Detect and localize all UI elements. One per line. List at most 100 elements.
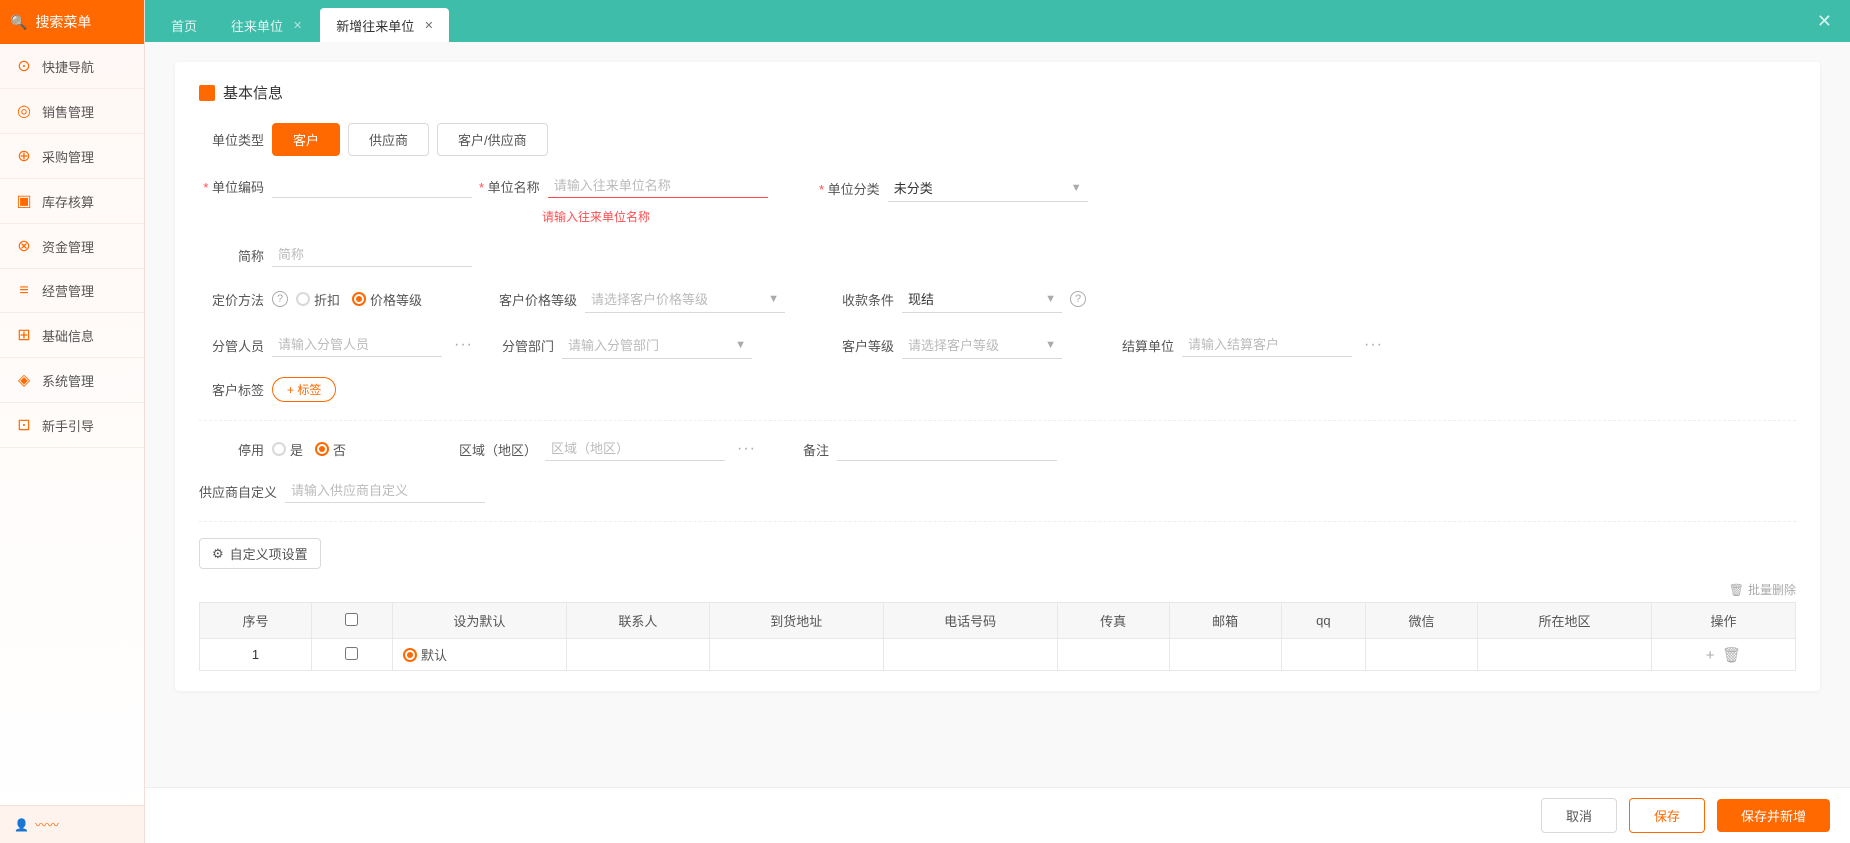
save-button[interactable]: 保存 — [1629, 798, 1705, 833]
select-all-checkbox[interactable] — [345, 613, 358, 626]
cancel-button[interactable]: 取消 — [1541, 798, 1617, 833]
save-new-button[interactable]: 保存并新增 — [1717, 799, 1830, 832]
batch-delete-btn[interactable]: 🗑 批量删除 — [1729, 581, 1796, 598]
unit-category-select[interactable]: 未分类 ▼ — [888, 174, 1088, 202]
pricing-label: 定价方法 — [199, 290, 264, 309]
region-more-btn[interactable]: ··· — [733, 440, 760, 458]
tab-new-partner[interactable]: 新增往来单位 ✕ — [320, 8, 449, 42]
dept-group: 分管部门 请输入分管部门 ▼ — [499, 331, 839, 359]
dept-chevron: ▼ — [735, 339, 746, 351]
supplier-custom-group: 供应商自定义 — [199, 479, 485, 503]
default-label: 默认 — [421, 645, 447, 664]
sidebar-label-system: 系统管理 — [42, 371, 94, 390]
tab-partners[interactable]: 往来单位✕ — [215, 8, 318, 42]
discount-radio — [296, 292, 310, 306]
category-chevron-icon: ▼ — [1071, 182, 1082, 194]
table-header: 联系人 — [566, 603, 709, 639]
supplier-custom-input[interactable] — [285, 479, 485, 503]
default-radio-circle — [403, 648, 417, 662]
search-menu[interactable]: 🔍 搜索菜单 — [0, 0, 144, 44]
price-level-label: 价格等级 — [370, 290, 422, 309]
row-region — [1478, 639, 1652, 671]
settlement-input[interactable] — [1182, 333, 1352, 357]
custom-settings-btn[interactable]: ⚙ 自定义项设置 — [199, 538, 321, 569]
unit-name-label: 单位名称 — [479, 177, 540, 196]
region-input[interactable] — [545, 437, 725, 461]
row-fax — [1057, 639, 1169, 671]
unit-code-input[interactable]: 000009 — [272, 174, 472, 198]
delete-row-btn[interactable]: 🗑 — [1720, 645, 1743, 666]
tab-label-new-partner: 新增往来单位 — [336, 16, 414, 35]
table-row: 1默认 + 🗑 — [200, 639, 1796, 671]
manager-group: 分管人员 ··· — [199, 333, 499, 357]
customer-price-select[interactable]: 请选择客户价格等级 ▼ — [585, 285, 785, 313]
payment-select[interactable]: 现结 ▼ — [902, 285, 1062, 313]
remark-input[interactable] — [837, 437, 1057, 461]
row-address — [709, 639, 883, 671]
pricing-level[interactable]: 价格等级 — [352, 290, 422, 309]
pricing-help-icon[interactable]: ? — [272, 291, 288, 307]
unit-type-both[interactable]: 客户/供应商 — [437, 123, 548, 156]
supplier-row: 供应商自定义 — [199, 479, 1796, 503]
customer-level-select[interactable]: 请选择客户等级 ▼ — [902, 331, 1062, 359]
customer-level-group: 客户等级 请选择客户等级 ▼ — [839, 331, 1119, 359]
sidebar-item-system[interactable]: ◈ 系统管理 — [0, 358, 144, 403]
customer-level-placeholder: 请选择客户等级 — [908, 335, 999, 354]
bottom-bar: 取消 保存 保存并新增 — [145, 787, 1850, 843]
sidebar-item-purchase[interactable]: ⊕ 采购管理 — [0, 134, 144, 179]
sidebar-item-finance[interactable]: ⊗ 资金管理 — [0, 224, 144, 269]
batch-delete-area: 🗑 批量删除 — [199, 581, 1796, 598]
row-qq — [1281, 639, 1365, 671]
alias-input[interactable] — [272, 243, 472, 267]
add-tag-btn[interactable]: + 标签 — [272, 377, 336, 402]
batch-delete-icon: 🗑 — [1729, 583, 1744, 597]
sidebar-item-quick-nav[interactable]: ⊙ 快捷导航 — [0, 44, 144, 89]
sidebar-item-sales[interactable]: ◎ 销售管理 — [0, 89, 144, 134]
close-all-tabs[interactable]: ✕ — [1809, 7, 1840, 36]
dept-select[interactable]: 请输入分管部门 ▼ — [562, 331, 752, 359]
bottom-bar-waves: 〰〰 — [35, 816, 59, 833]
tab-label-home: 首页 — [171, 16, 197, 35]
tab-home[interactable]: 首页 — [155, 8, 213, 42]
manager-input[interactable] — [272, 333, 442, 357]
manager-label: 分管人员 — [199, 336, 264, 355]
unit-type-supplier[interactable]: 供应商 — [348, 123, 429, 156]
sidebar-item-inventory[interactable]: ▣ 库存核算 — [0, 179, 144, 224]
stop-no-label: 否 — [333, 440, 346, 459]
sidebar-label-finance: 资金管理 — [42, 237, 94, 256]
pricing-discount[interactable]: 折扣 — [296, 290, 340, 309]
unit-code-group: 单位编码 000009 — [199, 174, 479, 198]
unit-info-row: 单位编码 000009 单位名称 请输入往来单位名称 单位分类 — [199, 174, 1796, 225]
tab-close-partners[interactable]: ✕ — [293, 19, 302, 32]
add-row-btn[interactable]: + — [1704, 645, 1717, 666]
pricing-group: 定价方法 ? 折扣 价格等级 — [199, 290, 499, 309]
supplier-custom-label: 供应商自定义 — [199, 482, 277, 501]
unit-name-input[interactable] — [548, 174, 768, 198]
unit-type-customer[interactable]: 客户 — [272, 123, 340, 156]
row-checkbox[interactable] — [345, 647, 358, 660]
sidebar-item-basic[interactable]: ⊞ 基础信息 — [0, 313, 144, 358]
sidebar-item-operations[interactable]: ≡ 经营管理 — [0, 269, 144, 313]
set-default-radio[interactable]: 默认 — [403, 645, 556, 664]
stop-no[interactable]: 否 — [315, 440, 346, 459]
table-header: qq — [1281, 603, 1365, 639]
section-icon — [199, 85, 215, 101]
settlement-more-btn[interactable]: ··· — [1360, 336, 1387, 354]
contacts-table: 序号设为默认联系人到货地址电话号码传真邮箱qq微信所在地区操作 1默认 + 🗑 — [199, 602, 1796, 671]
manager-more-btn[interactable]: ··· — [450, 336, 477, 354]
contacts-table-wrapper: 序号设为默认联系人到货地址电话号码传真邮箱qq微信所在地区操作 1默认 + 🗑 — [199, 602, 1796, 671]
customer-price-label: 客户价格等级 — [499, 290, 577, 309]
sidebar-label-inventory: 库存核算 — [42, 192, 94, 211]
batch-delete-label: 批量删除 — [1748, 581, 1796, 598]
tag-label: 客户标签 — [199, 380, 264, 399]
sidebar-item-newbie[interactable]: ⊡ 新手引导 — [0, 403, 144, 448]
payment-value: 现结 — [908, 289, 934, 308]
payment-chevron: ▼ — [1045, 293, 1056, 305]
unit-name-group: 单位名称 请输入往来单位名称 — [479, 174, 819, 225]
stop-yes[interactable]: 是 — [272, 440, 303, 459]
tab-close-new-partner[interactable]: ✕ — [424, 19, 433, 32]
payment-help-icon[interactable]: ? — [1070, 291, 1086, 307]
settings-icon: ⚙ — [212, 546, 224, 562]
row-default: 默认 — [392, 639, 566, 671]
price-level-radio — [352, 292, 366, 306]
